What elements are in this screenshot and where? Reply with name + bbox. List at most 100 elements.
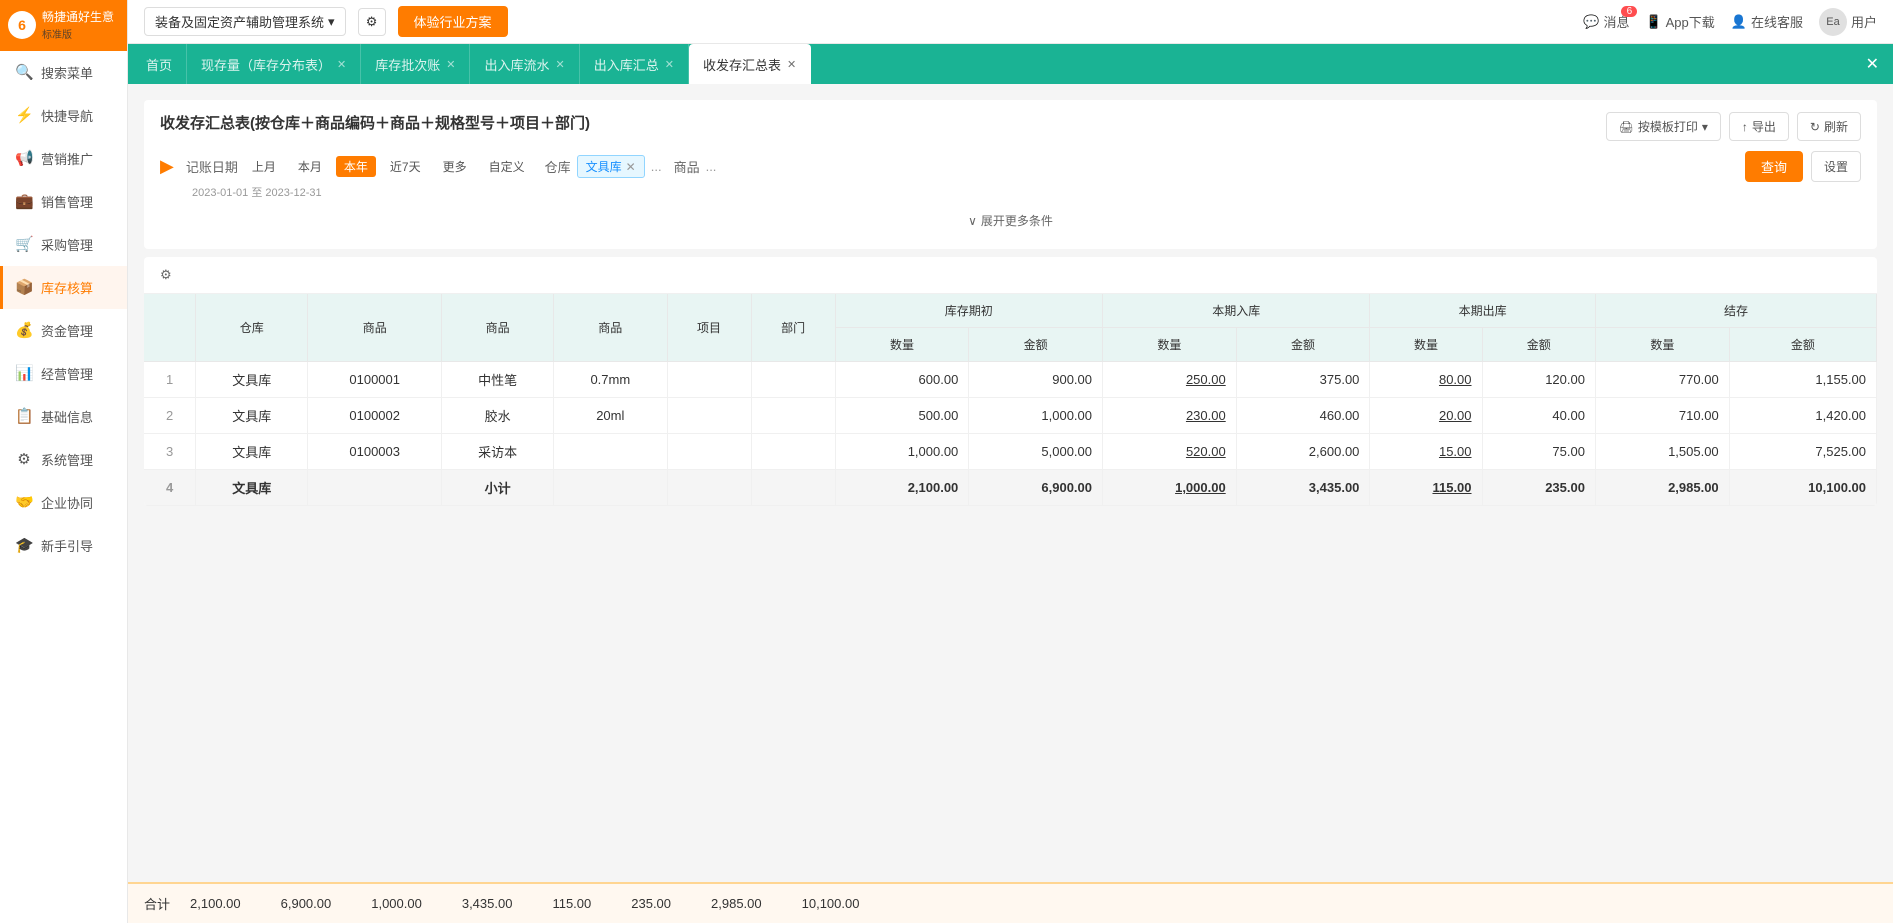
tab-stock-summary[interactable]: 收发存汇总表 ✕ bbox=[689, 44, 811, 84]
cell-warehouse: 文具库 bbox=[196, 362, 308, 398]
header-right: 💬 消息 6 📱 App下载 👤 在线客服 Ea 用户 bbox=[1583, 8, 1877, 36]
th-project: 项目 bbox=[667, 294, 751, 362]
tab-close-icon[interactable]: ✕ bbox=[337, 58, 346, 71]
sidebar-item-7[interactable]: 📊经营管理 bbox=[0, 352, 127, 395]
sidebar-item-8[interactable]: 📋基础信息 bbox=[0, 395, 127, 438]
notification-button[interactable]: 💬 消息 6 bbox=[1583, 12, 1629, 31]
expand-more-button[interactable]: ∨ 展开更多条件 bbox=[968, 212, 1053, 229]
tab-batch[interactable]: 库存批次账 ✕ bbox=[361, 44, 470, 84]
cell-in-amt: 3,435.00 bbox=[1236, 470, 1370, 506]
cell-in-amt: 2,600.00 bbox=[1236, 434, 1370, 470]
tab-home[interactable]: 首页 bbox=[132, 44, 187, 84]
sidebar-item-3[interactable]: 💼销售管理 bbox=[0, 180, 127, 223]
tab-summary[interactable]: 出入库汇总 ✕ bbox=[580, 44, 689, 84]
query-button[interactable]: 查询 bbox=[1745, 151, 1803, 182]
date-btn-last-month[interactable]: 上月 bbox=[244, 156, 284, 177]
cell-in-qty[interactable]: 230.00 bbox=[1103, 398, 1237, 434]
cell-out-qty[interactable]: 20.00 bbox=[1370, 398, 1482, 434]
th-opening-qty: 数量 bbox=[835, 328, 969, 362]
sidebar-item-9[interactable]: ⚙系统管理 bbox=[0, 438, 127, 481]
system-selector[interactable]: 装备及固定资产辅助管理系统 ▾ bbox=[144, 7, 346, 36]
cell-out-qty[interactable]: 15.00 bbox=[1370, 434, 1482, 470]
tab-close-icon[interactable]: ✕ bbox=[665, 58, 674, 71]
date-btn-7days[interactable]: 近7天 bbox=[382, 156, 429, 177]
tab-bar-close-button[interactable]: ✕ bbox=[1852, 54, 1893, 74]
cell-balance-qty: 770.00 bbox=[1595, 362, 1729, 398]
sidebar-item-6[interactable]: 💰资金管理 bbox=[0, 309, 127, 352]
cell-num: 3 bbox=[144, 434, 196, 470]
warehouse-ellipsis[interactable]: ... bbox=[651, 159, 662, 174]
cell-out-qty[interactable]: 80.00 bbox=[1370, 362, 1482, 398]
cell-num: 1 bbox=[144, 362, 196, 398]
tab-label: 出入库汇总 bbox=[594, 55, 659, 74]
sidebar-icon-7: 📊 bbox=[15, 364, 33, 382]
try-industry-button[interactable]: 体验行业方案 bbox=[398, 6, 508, 37]
print-button[interactable]: 🖨 按模板打印 ▾ bbox=[1606, 112, 1721, 141]
sidebar-item-11[interactable]: 🎓新手引导 bbox=[0, 524, 127, 567]
sidebar: 6 畅捷通好生意 标准版 🔍搜索菜单⚡快捷导航📢营销推广💼销售管理🛒采购管理📦库… bbox=[0, 0, 128, 923]
table-row: 2 文具库 0100002 胶水 20ml 500.00 1,000.00 23… bbox=[144, 398, 1877, 434]
sidebar-item-1[interactable]: ⚡快捷导航 bbox=[0, 94, 127, 137]
date-btn-this-month[interactable]: 本月 bbox=[290, 156, 330, 177]
tab-close-icon[interactable]: ✕ bbox=[446, 58, 455, 71]
cell-department bbox=[751, 434, 835, 470]
app-download-button[interactable]: 📱 App下载 bbox=[1645, 12, 1714, 31]
cell-balance-amt: 10,100.00 bbox=[1729, 470, 1876, 506]
cell-balance-qty: 1,505.00 bbox=[1595, 434, 1729, 470]
sidebar-label-4: 采购管理 bbox=[41, 235, 93, 254]
cell-out-qty: 115.00 bbox=[1370, 470, 1482, 506]
cell-warehouse: 文具库 bbox=[196, 470, 308, 506]
cell-in-qty[interactable]: 520.00 bbox=[1103, 434, 1237, 470]
total-balance-qty: 2,985.00 bbox=[711, 896, 762, 911]
cell-project bbox=[667, 362, 751, 398]
tab-close-icon[interactable]: ✕ bbox=[787, 58, 796, 71]
sidebar-item-5[interactable]: 📦库存核算 bbox=[0, 266, 127, 309]
cell-in-qty[interactable]: 250.00 bbox=[1103, 362, 1237, 398]
tab-inventory-dist[interactable]: 现存量（库存分布表） ✕ bbox=[187, 44, 361, 84]
total-balance-amt: 10,100.00 bbox=[802, 896, 860, 911]
cell-product-spec bbox=[554, 434, 667, 470]
warehouse-tag: 文具库 ✕ bbox=[577, 155, 645, 178]
sidebar-item-4[interactable]: 🛒采购管理 bbox=[0, 223, 127, 266]
column-settings-icon[interactable]: ⚙ bbox=[160, 267, 172, 283]
th-group-balance: 结存 bbox=[1595, 294, 1876, 328]
cell-department bbox=[751, 470, 835, 506]
cell-opening-qty: 2,100.00 bbox=[835, 470, 969, 506]
tab-label: 出入库流水 bbox=[484, 55, 549, 74]
th-group-out: 本期出库 bbox=[1370, 294, 1596, 328]
th-balance-amt: 金额 bbox=[1729, 328, 1876, 362]
date-btn-this-year[interactable]: 本年 bbox=[336, 156, 376, 177]
sidebar-label-8: 基础信息 bbox=[41, 407, 93, 426]
sidebar-item-2[interactable]: 📢营销推广 bbox=[0, 137, 127, 180]
export-icon: ↑ bbox=[1742, 120, 1748, 134]
cell-product-name: 采访本 bbox=[442, 434, 554, 470]
product-filter: 商品 ... bbox=[674, 157, 717, 176]
warehouse-tag-remove[interactable]: ✕ bbox=[626, 160, 636, 174]
sidebar-label-1: 快捷导航 bbox=[41, 106, 93, 125]
tab-flow[interactable]: 出入库流水 ✕ bbox=[470, 44, 579, 84]
print-icon: 🖨 bbox=[1619, 120, 1634, 134]
date-btn-custom[interactable]: 自定义 bbox=[481, 156, 533, 177]
date-btn-more[interactable]: 更多 bbox=[435, 156, 475, 177]
settings-button[interactable]: 设置 bbox=[1811, 151, 1861, 182]
refresh-button[interactable]: ↻ 刷新 bbox=[1797, 112, 1861, 141]
total-in-amt: 3,435.00 bbox=[462, 896, 513, 911]
notification-count: 6 bbox=[1621, 6, 1637, 17]
cell-project bbox=[667, 470, 751, 506]
user-menu[interactable]: Ea 用户 bbox=[1819, 8, 1877, 36]
cell-product-spec: 0.7mm bbox=[554, 362, 667, 398]
online-service-button[interactable]: 👤 在线客服 bbox=[1731, 12, 1803, 31]
cell-product-spec bbox=[554, 470, 667, 506]
sidebar-item-10[interactable]: 🤝企业协同 bbox=[0, 481, 127, 524]
tab-close-icon[interactable]: ✕ bbox=[556, 58, 565, 71]
logo-text: 畅捷通好生意 标准版 bbox=[42, 10, 114, 41]
sidebar-item-0[interactable]: 🔍搜索菜单 bbox=[0, 51, 127, 94]
product-ellipsis[interactable]: ... bbox=[706, 159, 717, 174]
export-button[interactable]: ↑ 导出 bbox=[1729, 112, 1789, 141]
cell-product-name: 胶水 bbox=[442, 398, 554, 434]
settings-button[interactable]: ⚙ bbox=[358, 8, 386, 36]
sidebar-icon-11: 🎓 bbox=[15, 536, 33, 554]
cell-opening-amt: 900.00 bbox=[969, 362, 1103, 398]
cell-balance-amt: 7,525.00 bbox=[1729, 434, 1876, 470]
filter-expand-arrow[interactable]: ▶ bbox=[160, 156, 174, 177]
